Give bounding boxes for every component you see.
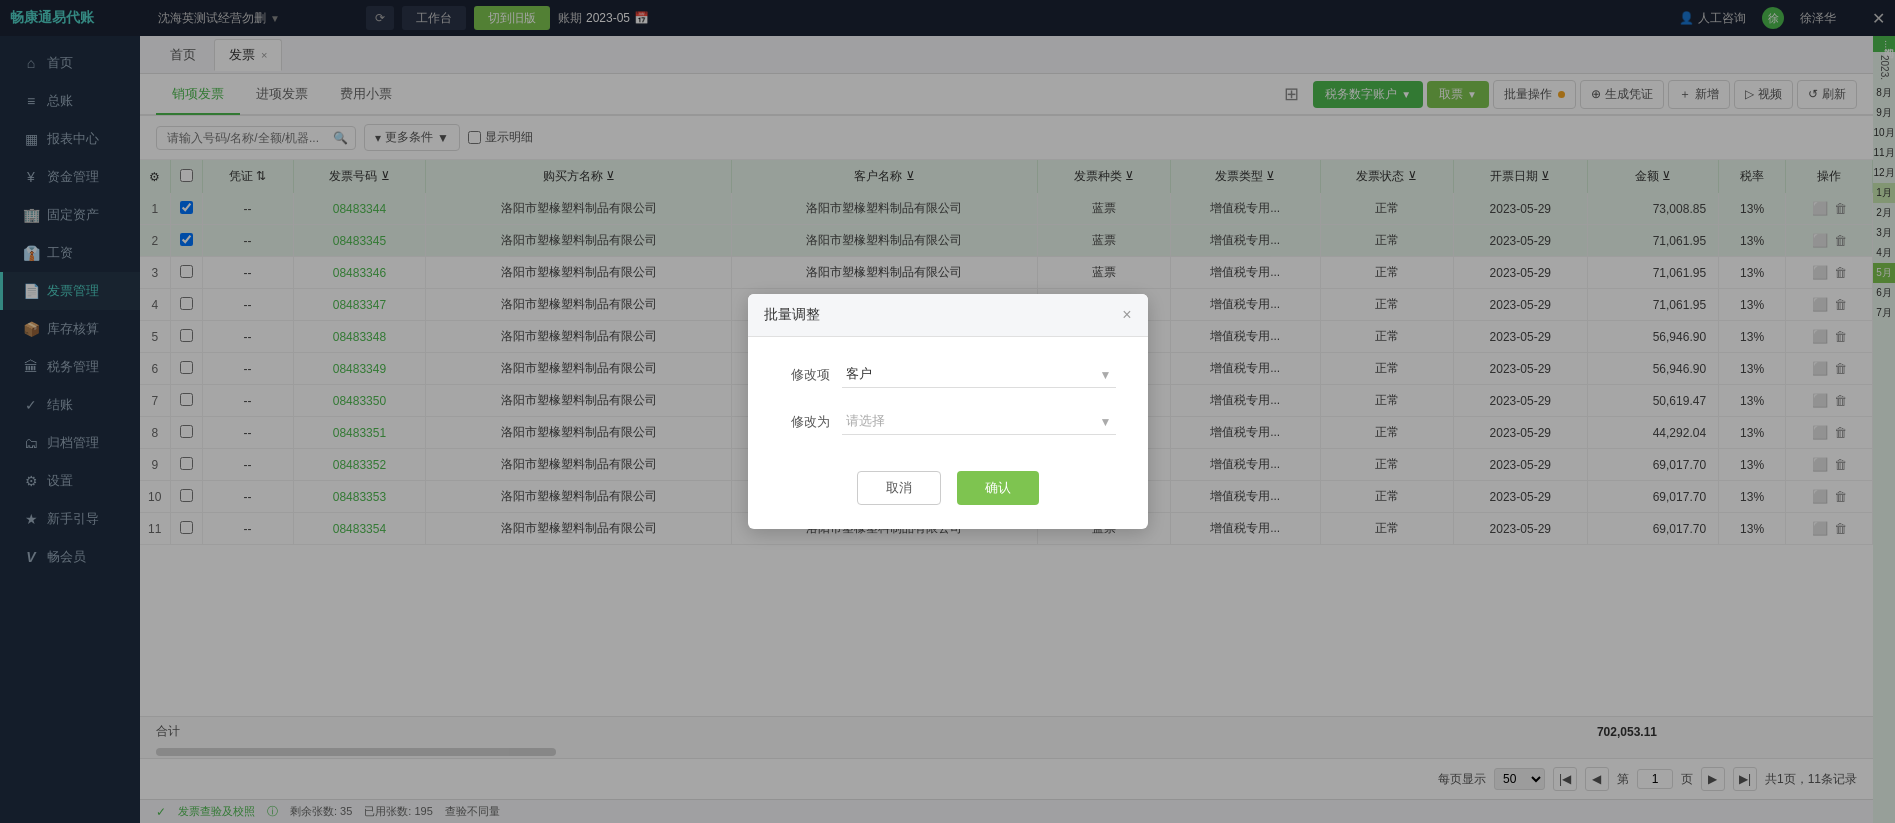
modify-field-label: 修改项 bbox=[780, 366, 830, 384]
dialog-close-button[interactable]: × bbox=[1122, 307, 1131, 323]
dialog-confirm-button[interactable]: 确认 bbox=[957, 471, 1039, 505]
batch-adjust-dialog: 批量调整 × 修改项 客户 ▼ 修改为 请选择 ▼ 取消 确认 bbox=[748, 294, 1148, 529]
modify-field-select-wrap: 客户 ▼ bbox=[842, 361, 1116, 388]
dialog-cancel-button[interactable]: 取消 bbox=[857, 471, 941, 505]
dialog-header: 批量调整 × bbox=[748, 294, 1148, 337]
modify-to-label: 修改为 bbox=[780, 413, 830, 431]
dialog-overlay: 批量调整 × 修改项 客户 ▼ 修改为 请选择 ▼ 取消 确认 bbox=[0, 0, 1895, 823]
dialog-body: 修改项 客户 ▼ 修改为 请选择 ▼ bbox=[748, 337, 1148, 459]
modify-field-row: 修改项 客户 ▼ bbox=[780, 361, 1116, 388]
modify-to-placeholder[interactable]: 请选择 bbox=[842, 408, 1116, 435]
modify-to-row: 修改为 请选择 ▼ bbox=[780, 408, 1116, 435]
modify-to-select-wrap: 请选择 ▼ bbox=[842, 408, 1116, 435]
dialog-title: 批量调整 bbox=[764, 306, 820, 324]
modify-field-value[interactable]: 客户 bbox=[842, 361, 1116, 388]
dialog-footer: 取消 确认 bbox=[748, 459, 1148, 529]
